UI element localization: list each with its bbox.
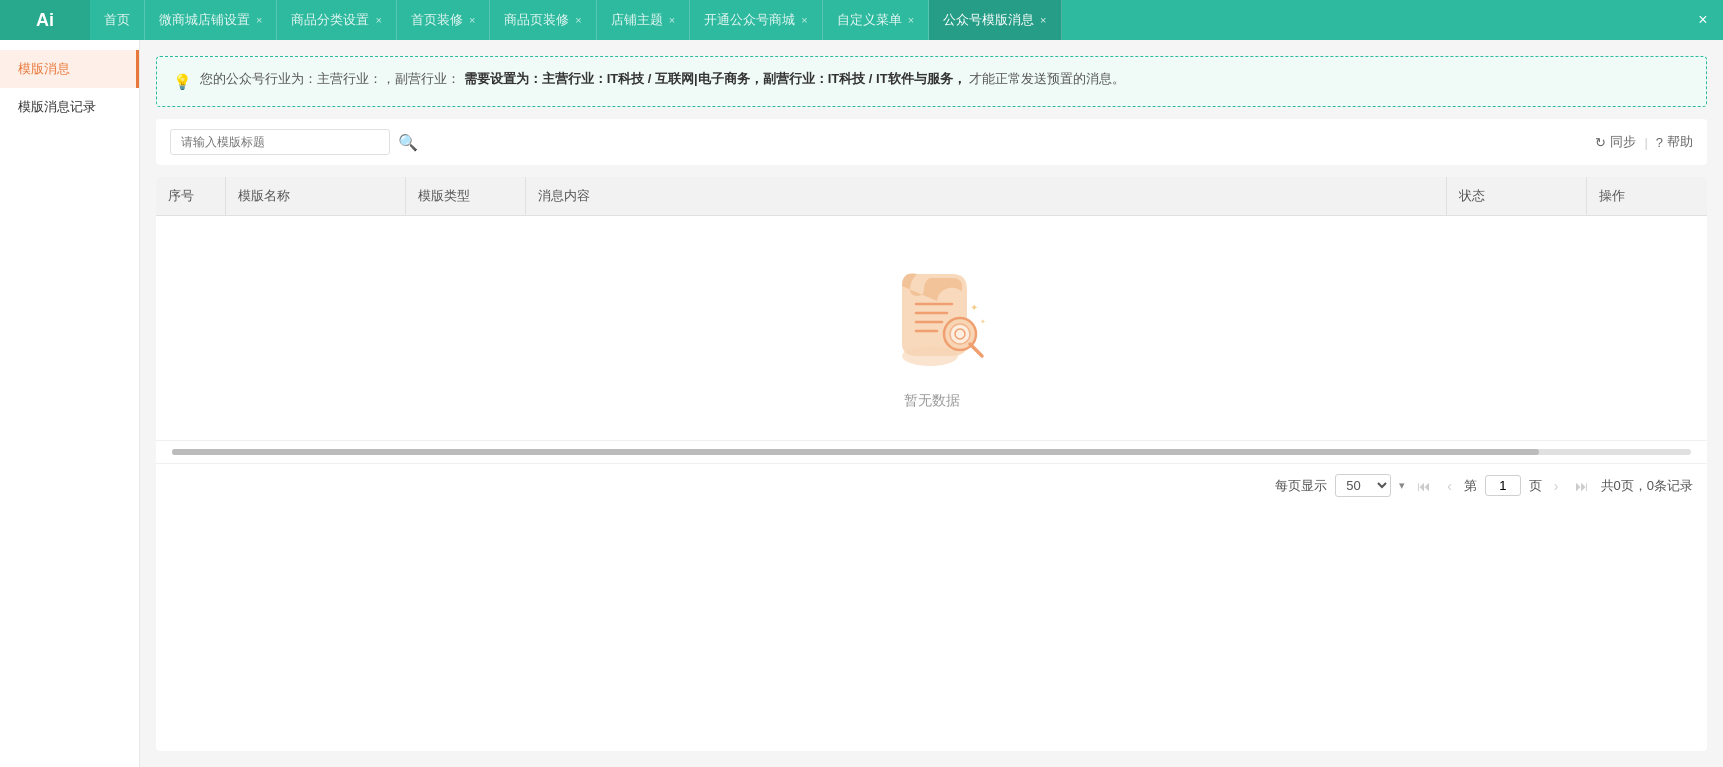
th-type: 模版类型 (406, 177, 526, 215)
th-status: 状态 (1447, 177, 1587, 215)
tab-close-template-msg[interactable]: × (1040, 14, 1046, 26)
page-unit: 页 (1529, 477, 1542, 495)
notice-text: 您的公众号行业为：主营行业：，副营行业： 需要设置为：主营行业：IT科技 / 互… (200, 69, 1125, 90)
nav-tab-custom-menu[interactable]: 自定义菜单× (823, 0, 929, 40)
total-label: 共0页，0条记录 (1601, 477, 1693, 495)
nav-tab-home[interactable]: 首页 (90, 0, 145, 40)
sidebar: 模版消息模版消息记录 (0, 40, 140, 767)
notice-suffix: 才能正常发送预置的消息。 (969, 71, 1125, 86)
page-size-select[interactable]: 102050100 (1335, 474, 1391, 497)
search-right: ↻ 同步 | ? 帮助 (1595, 133, 1693, 151)
th-content: 消息内容 (526, 177, 1447, 215)
th-name: 模版名称 (226, 177, 406, 215)
bulb-icon: 💡 (173, 70, 192, 94)
svg-point-6 (950, 324, 970, 344)
search-left: 🔍 (170, 129, 418, 155)
nav-tab-shop-settings[interactable]: 微商城店铺设置× (145, 0, 277, 40)
empty-text: 暂无数据 (904, 392, 960, 410)
prev-page-button[interactable]: ‹ (1443, 476, 1456, 496)
tab-close-product-decor[interactable]: × (575, 14, 581, 26)
nav-tab-home-decor[interactable]: 首页装修× (397, 0, 490, 40)
notice-prefix: 您的公众号行业为：主营行业：，副营行业： (200, 71, 460, 86)
nav-tab-product-decor[interactable]: 商品页装修× (490, 0, 596, 40)
nav-tab-open-mall[interactable]: 开通公众号商城× (690, 0, 822, 40)
notice-banner: 💡 您的公众号行业为：主营行业：，副营行业： 需要设置为：主营行业：IT科技 /… (156, 56, 1707, 107)
nav-tab-shop-theme[interactable]: 店铺主题× (597, 0, 690, 40)
last-page-button[interactable]: ⏭ (1571, 476, 1593, 496)
brand-logo: Ai (0, 0, 90, 40)
next-page-button[interactable]: › (1550, 476, 1563, 496)
sync-label: 同步 (1610, 133, 1636, 151)
sync-button[interactable]: ↻ 同步 (1595, 133, 1636, 151)
first-page-button[interactable]: ⏮ (1413, 476, 1435, 496)
scrollbar-row[interactable] (156, 440, 1707, 463)
main-layout: 模版消息模版消息记录 💡 您的公众号行业为：主营行业：，副营行业： 需要设置为：… (0, 40, 1723, 767)
tab-close-open-mall[interactable]: × (801, 14, 807, 26)
nav-tabs: 首页微商城店铺设置×商品分类设置×首页装修×商品页装修×店铺主题×开通公众号商城… (90, 0, 1683, 40)
search-input[interactable] (170, 129, 390, 155)
notice-highlight: 需要设置为：主营行业：IT科技 / 互联网|电子商务，副营行业：IT科技 / I… (464, 71, 966, 86)
brand-text: Ai (36, 10, 54, 31)
global-close-button[interactable]: × (1683, 0, 1723, 40)
page-number-input[interactable] (1485, 475, 1521, 496)
refresh-icon: ↻ (1595, 135, 1606, 150)
pagination: 每页显示 102050100 ▾ ⏮ ‹ 第 页 › ⏭ 共0页，0条记录 (156, 463, 1707, 507)
help-button[interactable]: ? 帮助 (1656, 133, 1693, 151)
tab-close-shop-settings[interactable]: × (256, 14, 262, 26)
tab-close-home-decor[interactable]: × (469, 14, 475, 26)
help-icon: ? (1656, 135, 1663, 150)
page-label: 第 (1464, 477, 1477, 495)
search-button[interactable]: 🔍 (398, 133, 418, 152)
th-index: 序号 (156, 177, 226, 215)
content-area: 💡 您的公众号行业为：主营行业：，副营行业： 需要设置为：主营行业：IT科技 /… (140, 40, 1723, 767)
scrollbar-thumb[interactable] (172, 449, 1539, 455)
chevron-down-icon: ▾ (1399, 479, 1405, 492)
svg-text:✦: ✦ (970, 302, 978, 313)
search-bar: 🔍 ↻ 同步 | ? 帮助 (156, 119, 1707, 165)
svg-line-7 (970, 344, 982, 356)
th-action: 操作 (1587, 177, 1707, 215)
tab-close-shop-theme[interactable]: × (669, 14, 675, 26)
divider: | (1644, 135, 1647, 150)
scrollbar-track[interactable] (172, 449, 1691, 455)
tab-close-custom-menu[interactable]: × (908, 14, 914, 26)
data-table: 序号模版名称模版类型消息内容状态操作 (156, 177, 1707, 751)
empty-icon: ✦ ✦ (872, 256, 992, 376)
table-header: 序号模版名称模版类型消息内容状态操作 (156, 177, 1707, 216)
nav-tab-template-msg[interactable]: 公众号模版消息× (929, 0, 1061, 40)
svg-text:✦: ✦ (980, 318, 986, 325)
help-label: 帮助 (1667, 133, 1693, 151)
empty-state: ✦ ✦ 暂无数据 (156, 216, 1707, 440)
top-nav: Ai 首页微商城店铺设置×商品分类设置×首页装修×商品页装修×店铺主题×开通公众… (0, 0, 1723, 40)
nav-tab-category-settings[interactable]: 商品分类设置× (277, 0, 396, 40)
page-size-label: 每页显示 (1275, 477, 1327, 495)
sidebar-item-template-log[interactable]: 模版消息记录 (0, 88, 139, 126)
tab-close-category-settings[interactable]: × (375, 14, 381, 26)
sidebar-item-template-msg[interactable]: 模版消息 (0, 50, 139, 88)
